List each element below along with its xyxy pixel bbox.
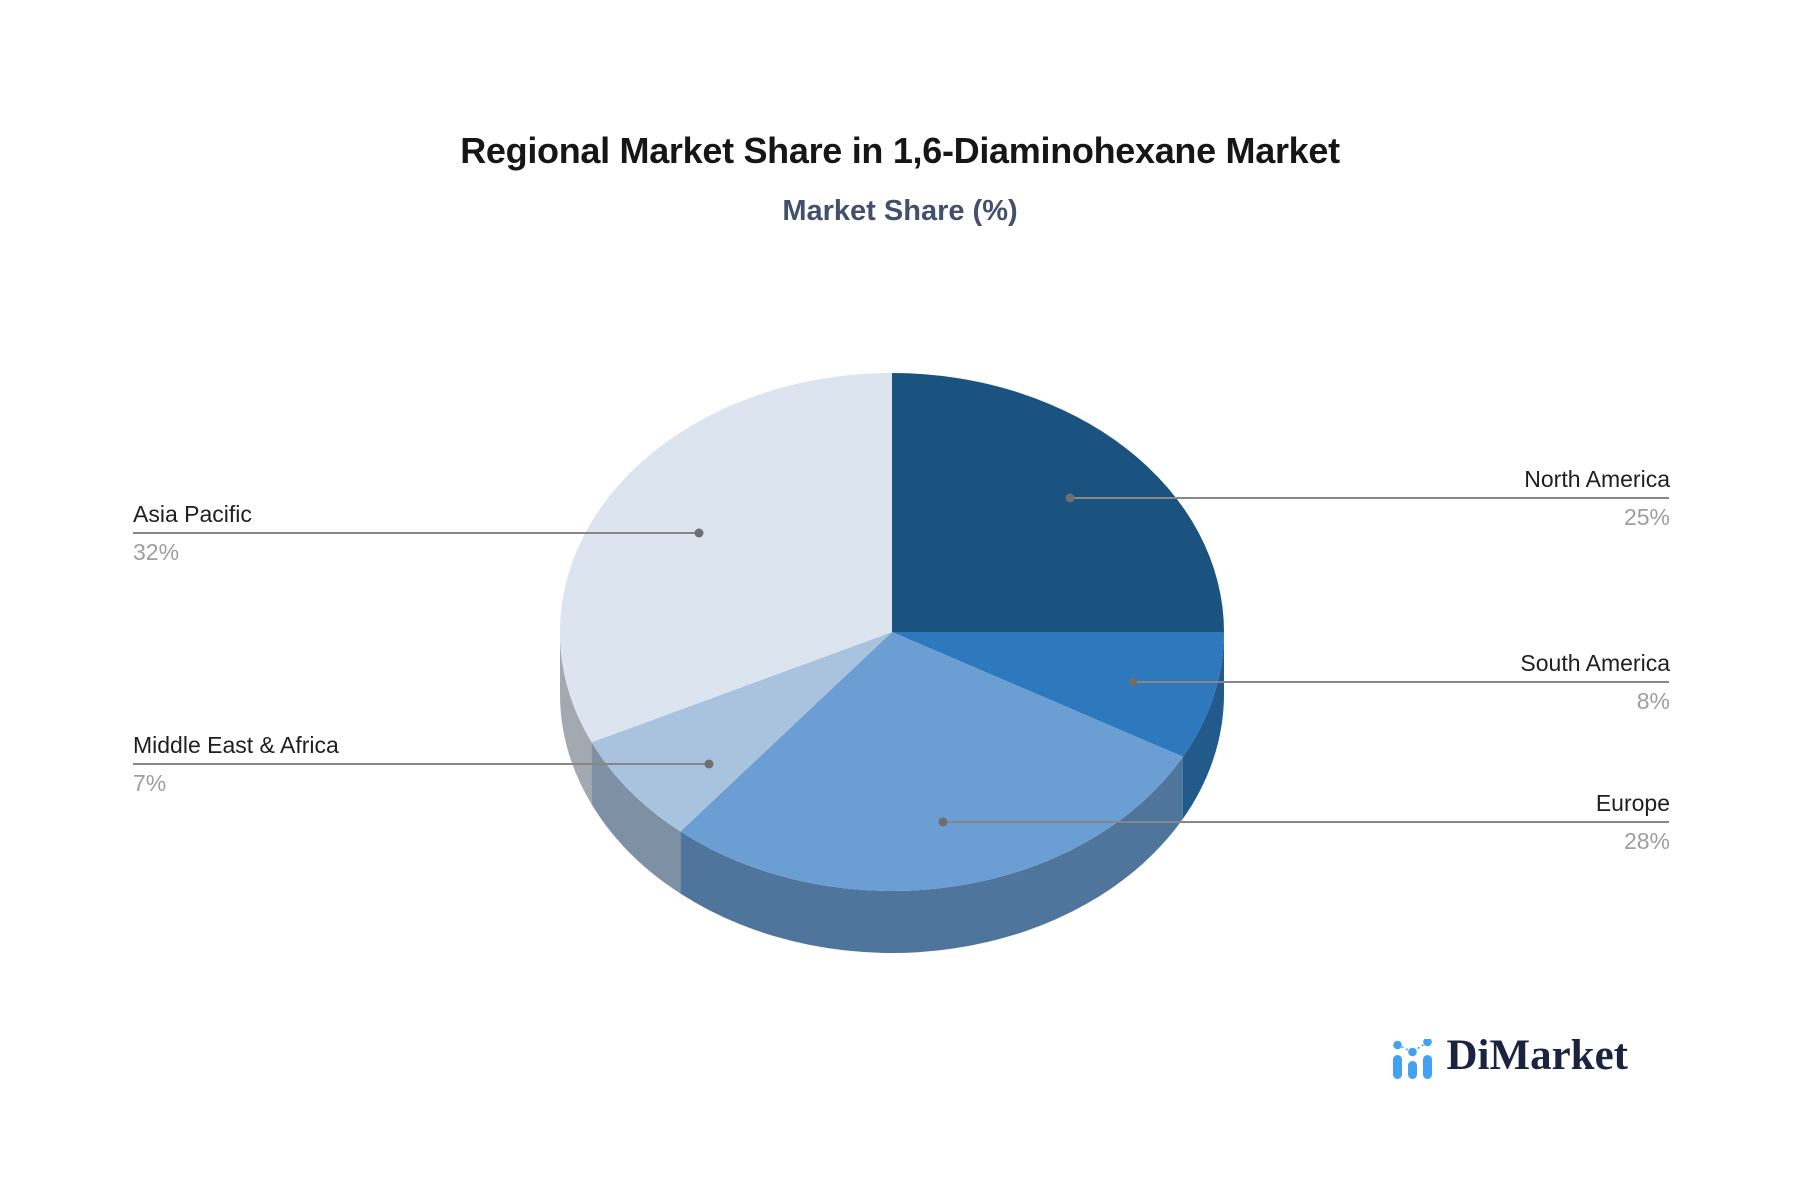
leader-dot — [1129, 678, 1138, 687]
logo-bar — [1423, 1055, 1432, 1079]
slice-label-pct: 28% — [1150, 827, 1670, 855]
slice-label-middle-east-africa: Middle East & Africa 7% — [133, 731, 653, 797]
slice-label-name: Europe — [1150, 789, 1670, 817]
logo-bar — [1408, 1061, 1417, 1079]
dimarket-logo: DiMarket — [1393, 1032, 1629, 1079]
logo-dot — [1408, 1048, 1417, 1057]
leader-dot — [939, 818, 948, 827]
chart-page: Regional Market Share in 1,6-Diaminohexa… — [0, 0, 1800, 1196]
slice-label-asia-pacific: Asia Pacific 32% — [133, 500, 653, 566]
slice-label-name: Asia Pacific — [133, 500, 653, 528]
logo-text: DiMarket — [1447, 1032, 1629, 1079]
slice-label-north-america: North America 25% — [1150, 465, 1670, 531]
slice-label-south-america: South America 8% — [1150, 649, 1670, 715]
slice-label-pct: 8% — [1150, 687, 1670, 715]
slice-label-pct: 25% — [1150, 503, 1670, 531]
leader-dot — [695, 529, 704, 538]
bar-chart-with-trend-dots-icon — [1393, 1039, 1435, 1079]
slice-label-pct: 32% — [133, 538, 653, 566]
logo-dot — [1423, 1039, 1432, 1046]
slice-label-pct: 7% — [133, 769, 653, 797]
leader-dot — [705, 760, 714, 769]
slice-label-name: Middle East & Africa — [133, 731, 653, 759]
slice-label-name: South America — [1150, 649, 1670, 677]
leader-dot — [1066, 494, 1075, 503]
slice-label-europe: Europe 28% — [1150, 789, 1670, 855]
logo-dot — [1393, 1041, 1402, 1050]
slice-label-name: North America — [1150, 465, 1670, 493]
logo-bar — [1393, 1055, 1402, 1079]
pie-chart — [0, 0, 1800, 1196]
